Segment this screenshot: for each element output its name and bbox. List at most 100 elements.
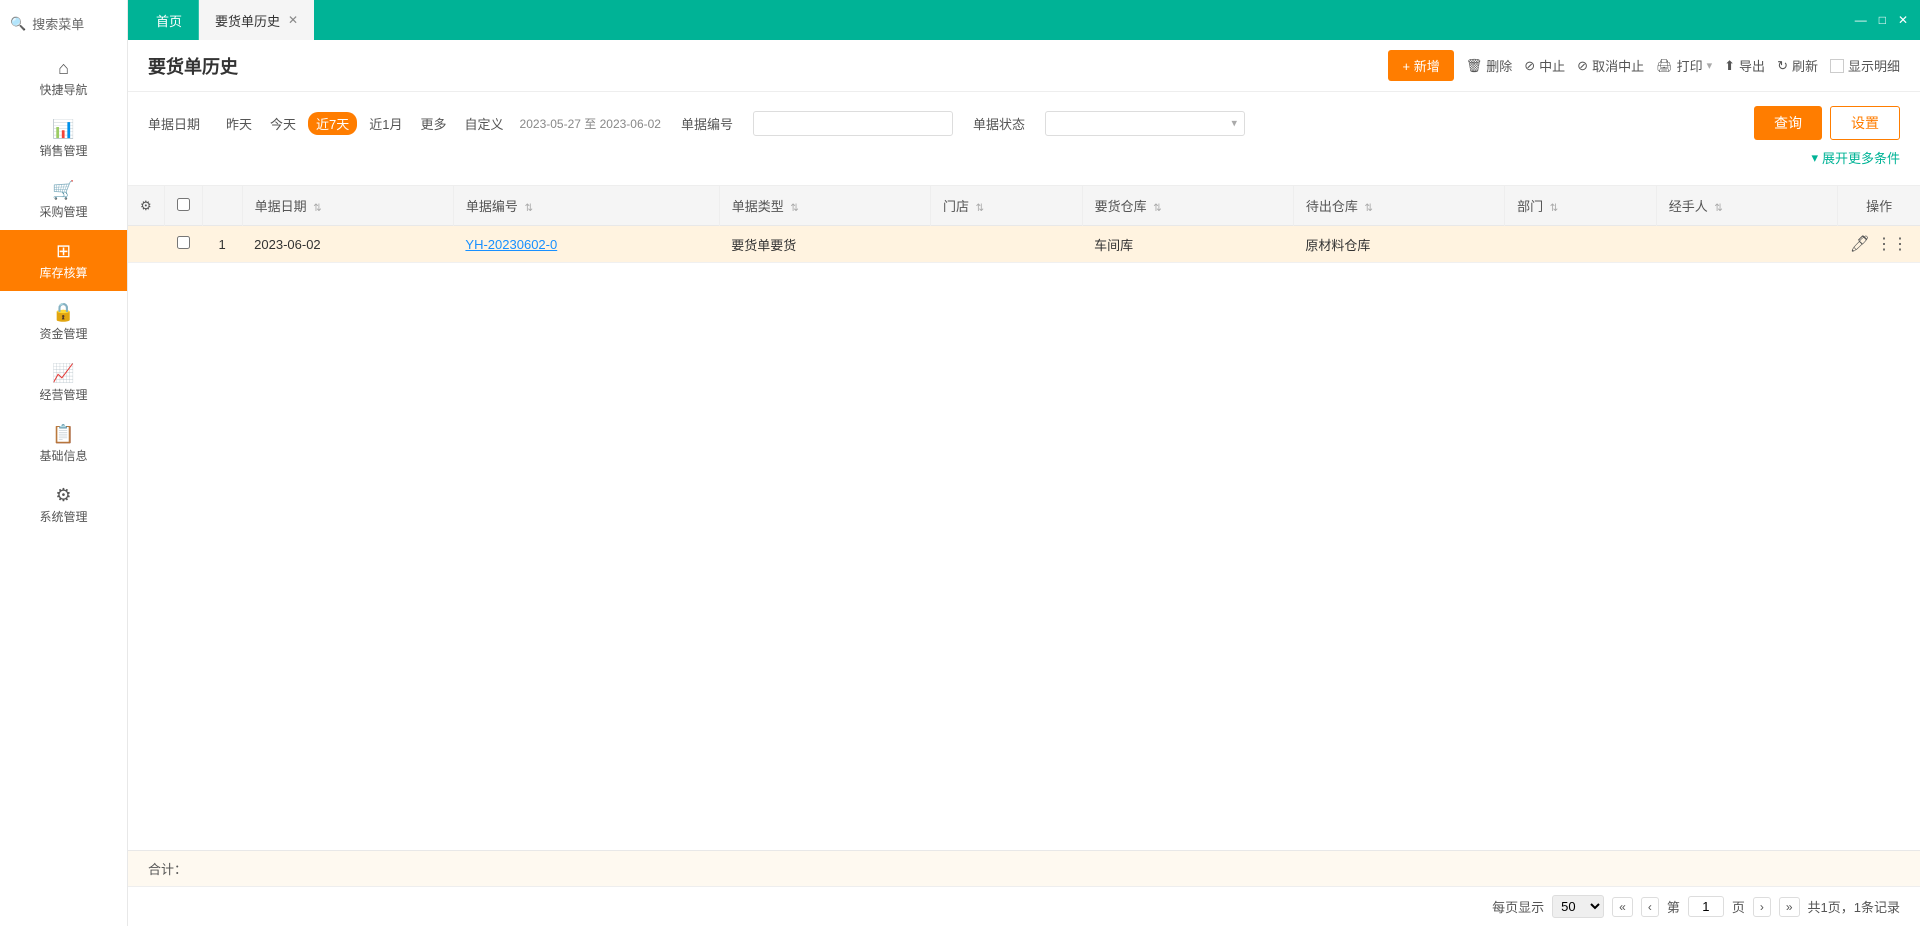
status-select[interactable] <box>1045 111 1245 136</box>
col-handler-sort-icon: ⇅ <box>1714 203 1722 214</box>
window-close-btn[interactable]: ✕ <box>1898 13 1908 27</box>
row-date: 2023-06-02 <box>254 237 321 252</box>
col-date-label: 单据日期 <box>255 199 307 214</box>
new-button[interactable]: + 新增 <box>1388 50 1453 81</box>
sidebar-item-label: 系统管理 <box>39 508 87 525</box>
data-table-container: ⚙ 单据日期 ⇅ 单据编号 ⇅ <box>128 186 1920 850</box>
sidebar-search[interactable]: 🔍 搜索菜单 <box>0 0 127 47</box>
page-input[interactable] <box>1688 896 1724 917</box>
row-checkbox[interactable] <box>177 236 190 249</box>
export-icon: ⬆ <box>1724 58 1735 74</box>
print-button[interactable]: 🖨 打印 ▾ <box>1656 56 1712 75</box>
filter-bar: 单据日期 昨天 今天 近7天 近1月 更多 自定义 2023-05-27 至 2… <box>128 92 1920 186</box>
print-chevron-icon: ▾ <box>1707 59 1713 72</box>
date-opt-more[interactable]: 更多 <box>415 112 453 135</box>
sidebar-item-label: 资金管理 <box>39 325 87 342</box>
prev-page-button[interactable]: ‹ <box>1641 897 1659 917</box>
query-button[interactable]: 查询 <box>1754 106 1822 140</box>
page-size-label: 每页显示 <box>1492 897 1544 916</box>
row-more-icon[interactable]: ⋮⋮ <box>1876 234 1908 254</box>
sidebar-item-label: 基础信息 <box>39 447 87 464</box>
row-checkbox-cell <box>164 226 202 263</box>
sidebar-item-finance[interactable]: 🔒 资金管理 <box>0 291 127 352</box>
date-opt-yesterday[interactable]: 昨天 <box>220 112 258 135</box>
bill-no-input[interactable] <box>753 111 953 136</box>
first-page-button[interactable]: « <box>1612 897 1633 917</box>
expand-conditions-button[interactable]: ▾ 展开更多条件 <box>1811 148 1900 167</box>
stop-button[interactable]: ⊘ 中止 <box>1524 56 1565 75</box>
purchase-icon: 🛒 <box>52 181 74 199</box>
tab-req-history[interactable]: 要货单历史 ✕ <box>199 0 314 40</box>
tab-home[interactable]: 首页 <box>140 0 199 40</box>
status-select-wrap <box>1045 111 1245 136</box>
col-req-warehouse-sort-icon: ⇅ <box>1153 203 1161 214</box>
export-button[interactable]: ⬆ 导出 <box>1724 56 1765 75</box>
date-opt-custom[interactable]: 自定义 <box>459 112 510 135</box>
row-dest-warehouse: 原材料仓库 <box>1305 238 1370 253</box>
col-date[interactable]: 单据日期 ⇅ <box>242 186 453 226</box>
row-edit-icon[interactable]: 🖊 <box>1850 234 1870 254</box>
inventory-icon: ⊞ <box>56 242 71 260</box>
tab-req-history-label: 要货单历史 <box>215 11 280 30</box>
top-bar: 首页 要货单历史 ✕ — □ ✕ <box>128 0 1920 40</box>
col-handler[interactable]: 经手人 ⇅ <box>1656 186 1837 226</box>
page-title: 要货单历史 <box>148 53 238 79</box>
pagination-bar: 每页显示 50 100 200 « ‹ 第 页 › » 共1页，1条记录 <box>128 886 1920 926</box>
row-date-cell: 2023-06-02 <box>242 226 453 263</box>
row-req-warehouse: 车间库 <box>1094 238 1133 253</box>
col-bill-no[interactable]: 单据编号 ⇅ <box>453 186 719 226</box>
page-title-bar: 要货单历史 + 新增 🗑 删除 ⊘ 中止 ⊘ 取消中止 🖨 <box>128 40 1920 92</box>
display-detail-label: 显示明细 <box>1848 56 1900 75</box>
col-req-warehouse[interactable]: 要货仓库 ⇅ <box>1082 186 1293 226</box>
current-page-label: 第 <box>1667 897 1680 916</box>
page-unit: 页 <box>1732 897 1745 916</box>
window-minimize-btn[interactable]: — <box>1855 13 1867 27</box>
tab-close-icon[interactable]: ✕ <box>288 13 298 27</box>
sidebar-item-label: 快捷导航 <box>39 81 87 98</box>
sidebar-item-basic-info[interactable]: 📋 基础信息 <box>0 413 127 474</box>
last-page-button[interactable]: » <box>1779 897 1800 917</box>
delete-button[interactable]: 🗑 删除 <box>1466 56 1513 75</box>
cancel-stop-button[interactable]: ⊘ 取消中止 <box>1577 56 1644 75</box>
sidebar-item-sales[interactable]: 📊 销售管理 <box>0 108 127 169</box>
sidebar-item-system[interactable]: ⚙ 系统管理 <box>0 474 127 535</box>
row-handler-cell <box>1656 226 1837 263</box>
sidebar-item-purchase[interactable]: 🛒 采购管理 <box>0 169 127 230</box>
row-action-icons: 🖊 ⋮⋮ <box>1850 234 1908 254</box>
main-area: 首页 要货单历史 ✕ — □ ✕ 要货单历史 + 新增 🗑 删除 <box>128 0 1920 926</box>
col-settings[interactable]: ⚙ <box>128 186 164 226</box>
refresh-icon: ↻ <box>1777 58 1788 74</box>
row-bill-type: 要货单要货 <box>731 238 796 253</box>
row-bill-no-link[interactable]: YH-20230602-0 <box>465 237 557 252</box>
date-opt-today[interactable]: 今天 <box>264 112 302 135</box>
col-dest-warehouse[interactable]: 待出仓库 ⇅ <box>1293 186 1504 226</box>
sidebar-item-quick-nav[interactable]: ⌂ 快捷导航 <box>0 47 127 108</box>
col-bill-type[interactable]: 单据类型 ⇅ <box>719 186 930 226</box>
row-req-warehouse-cell: 车间库 <box>1082 226 1293 263</box>
sidebar-item-operations[interactable]: 📈 经营管理 <box>0 352 127 413</box>
expand-icon: ▾ <box>1811 150 1818 166</box>
date-options: 昨天 今天 近7天 近1月 更多 自定义 2023-05-27 至 2023-0… <box>220 112 661 135</box>
col-settings-icon: ⚙ <box>140 198 152 213</box>
settings-button[interactable]: 设置 <box>1830 106 1900 140</box>
display-detail-button[interactable]: 显示明细 <box>1830 56 1900 75</box>
col-bill-type-sort-icon: ⇅ <box>790 203 798 214</box>
refresh-label: 刷新 <box>1792 56 1818 75</box>
select-all-checkbox[interactable] <box>177 198 190 211</box>
date-opt-1month[interactable]: 近1月 <box>363 112 408 135</box>
col-bill-no-sort-icon: ⇅ <box>525 203 533 214</box>
sidebar-item-inventory[interactable]: ⊞ 库存核算 <box>0 230 127 291</box>
window-maximize-btn[interactable]: □ <box>1879 13 1886 27</box>
date-opt-7days[interactable]: 近7天 <box>308 112 357 135</box>
status-label: 单据状态 <box>973 114 1025 133</box>
col-store[interactable]: 门店 ⇅ <box>931 186 1083 226</box>
col-dept[interactable]: 部门 ⇅ <box>1505 186 1657 226</box>
new-label: + 新增 <box>1402 56 1439 75</box>
next-page-button[interactable]: › <box>1753 897 1771 917</box>
filter-row-expand: ▾ 展开更多条件 <box>148 148 1900 167</box>
refresh-button[interactable]: ↻ 刷新 <box>1777 56 1818 75</box>
sidebar-item-label: 经营管理 <box>39 386 87 403</box>
export-label: 导出 <box>1739 56 1765 75</box>
page-size-select[interactable]: 50 100 200 <box>1552 895 1604 918</box>
delete-icon: 🗑 <box>1466 58 1483 74</box>
